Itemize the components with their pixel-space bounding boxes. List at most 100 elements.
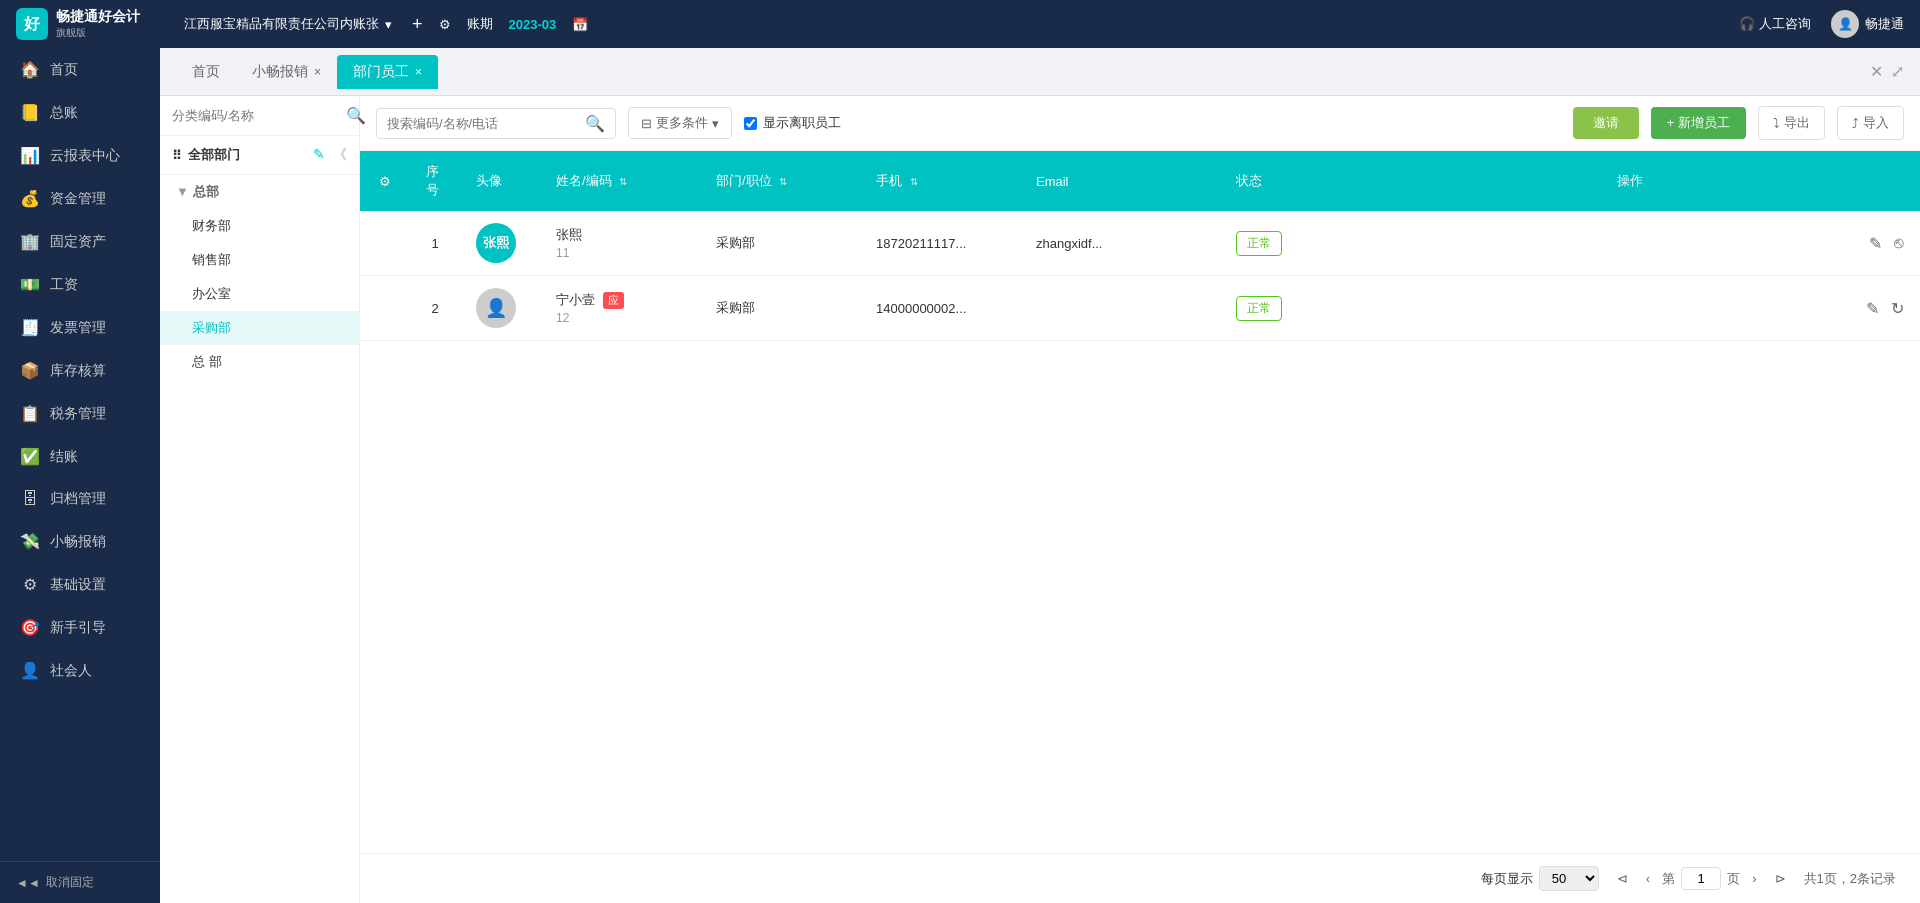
refresh-button-2[interactable]: ↻ [1891, 299, 1904, 318]
dept-node-sales[interactable]: 销售部 [160, 243, 359, 277]
toolbar: 🔍 ⊟ 更多条件 ▾ 显示离职员工 邀请 + 新增员工 [360, 96, 1920, 151]
row1-phone: 18720211117... [860, 211, 1020, 276]
col-action: 操作 [1340, 151, 1920, 211]
company-selector[interactable]: 江西服宝精品有限责任公司内账张 ▾ [184, 15, 392, 33]
row1-settings [360, 211, 410, 276]
expand-icon[interactable]: ⤢ [1891, 62, 1904, 81]
edit-button-2[interactable]: ✎ [1866, 299, 1879, 318]
sidebar-item-guide[interactable]: 🎯 新手引导 [0, 606, 160, 649]
dept-node-parent-1[interactable]: ▼总部 [160, 175, 359, 209]
name-2: 宁小壹 [556, 291, 595, 309]
prev-page-button[interactable]: ‹ [1640, 869, 1656, 888]
add-dept-button[interactable]: ✎ [313, 146, 325, 164]
sidebar-label-closing: 结账 [50, 448, 78, 466]
tab-home[interactable]: 首页 [176, 55, 236, 89]
funds-icon: 💰 [20, 189, 40, 208]
next-page-button[interactable]: › [1746, 869, 1762, 888]
support-label[interactable]: 🎧 人工咨询 [1739, 15, 1811, 33]
logo-text: 畅捷通好会计 [56, 8, 140, 26]
tab-dept[interactable]: 部门员工 × [337, 55, 438, 89]
dept-search-area: 🔍 [160, 96, 359, 136]
company-dropdown-icon[interactable]: ▾ [385, 17, 392, 32]
filter-chevron-icon: ▾ [712, 116, 719, 131]
col-dept[interactable]: 部门/职位 ⇅ [700, 151, 860, 211]
sidebar-item-invoice[interactable]: 🧾 发票管理 [0, 306, 160, 349]
sidebar-item-closing[interactable]: ✅ 结账 [0, 435, 160, 478]
sidebar-item-expense[interactable]: 💸 小畅报销 [0, 520, 160, 563]
dept-search-input[interactable] [172, 108, 340, 123]
sidebar-item-ledger[interactable]: 📒 总账 [0, 91, 160, 134]
sidebar-item-settings[interactable]: ⚙ 基础设置 [0, 563, 160, 606]
sidebar-item-social[interactable]: 👤 社会人 [0, 649, 160, 692]
cancel-fixed-label: 取消固定 [46, 874, 94, 891]
search-input[interactable] [387, 116, 579, 131]
tab-dept-close[interactable]: × [415, 65, 422, 79]
page-number-input[interactable] [1681, 867, 1721, 890]
collapse-panel-button[interactable]: 《 [333, 146, 347, 164]
content-area: 首页 小畅报销 × 部门员工 × ✕ ⤢ 🔍 [160, 48, 1920, 903]
calendar-icon[interactable]: 📅 [572, 17, 588, 32]
sidebar-item-tax[interactable]: 📋 税务管理 [0, 392, 160, 435]
sidebar-label-home: 首页 [50, 61, 78, 79]
ledger-icon: 📒 [20, 103, 40, 122]
export-button[interactable]: ⤵ 导出 [1758, 106, 1825, 140]
sidebar-item-funds[interactable]: 💰 资金管理 [0, 177, 160, 220]
edit-button-1[interactable]: ✎ [1869, 234, 1882, 253]
col-settings[interactable]: ⚙ [360, 151, 410, 211]
expense-icon: 💸 [20, 532, 40, 551]
add-employee-label: + 新增员工 [1667, 114, 1730, 132]
invite-button[interactable]: 邀请 [1573, 107, 1639, 139]
add-employee-button[interactable]: + 新增员工 [1651, 107, 1746, 139]
dept-grid-icon: ⠿ [172, 148, 182, 163]
dept-node-general[interactable]: 总 部 [160, 345, 359, 379]
settings-button[interactable]: ⚙ [439, 17, 451, 32]
dept-node-finance[interactable]: 财务部 [160, 209, 359, 243]
sidebar-label-invoice: 发票管理 [50, 319, 106, 337]
row2-actions: ✎ ↻ [1340, 276, 1920, 341]
filter-icon: ⊟ [641, 116, 652, 131]
row1-dept: 采购部 [700, 211, 860, 276]
logo-text-area: 畅捷通好会计 旗舰版 [56, 8, 140, 40]
sidebar-item-reports[interactable]: 📊 云报表中心 [0, 134, 160, 177]
sidebar-label-reports: 云报表中心 [50, 147, 120, 165]
header-right: 🎧 人工咨询 👤 畅捷通 [1739, 10, 1904, 38]
row2-num: 2 [410, 276, 460, 341]
sidebar-label-ledger: 总账 [50, 104, 78, 122]
settings-icon: ⚙ [20, 575, 40, 594]
last-page-button[interactable]: ⊳ [1769, 869, 1792, 888]
table-settings-icon[interactable]: ⚙ [379, 174, 391, 189]
tab-expense-close[interactable]: × [314, 65, 321, 79]
filter-button[interactable]: ⊟ 更多条件 ▾ [628, 107, 732, 139]
invoice-icon: 🧾 [20, 318, 40, 337]
col-name[interactable]: 姓名/编码 ⇅ [540, 151, 700, 211]
sidebar-item-inventory[interactable]: 📦 库存核算 [0, 349, 160, 392]
sidebar-label-expense: 小畅报销 [50, 533, 106, 551]
show-resigned-checkbox[interactable] [744, 117, 757, 130]
table-body: 1 张熙 张熙 11 采购部 [360, 211, 1920, 341]
cancel-fixed-button[interactable]: ◄◄ 取消固定 [0, 861, 160, 903]
row2-avatar: 👤 [460, 276, 540, 341]
dept-node-purchase[interactable]: 采购部 [160, 311, 359, 345]
close-all-icon[interactable]: ✕ [1870, 62, 1883, 81]
search-icon[interactable]: 🔍 [585, 114, 605, 133]
row2-phone: 14000000002... [860, 276, 1020, 341]
import-button[interactable]: ⤴ 导入 [1837, 106, 1904, 140]
table-row: 1 张熙 张熙 11 采购部 [360, 211, 1920, 276]
add-button[interactable]: + [412, 14, 423, 35]
sidebar-item-assets[interactable]: 🏢 固定资产 [0, 220, 160, 263]
col-phone[interactable]: 手机 ⇅ [860, 151, 1020, 211]
logout-button-1[interactable]: ⎋ [1894, 234, 1904, 252]
dept-node-office[interactable]: 办公室 [160, 277, 359, 311]
sidebar-item-archive[interactable]: 🗄 归档管理 [0, 478, 160, 520]
page-size-dropdown[interactable]: 50 10 20 100 [1539, 866, 1599, 891]
col-avatar: 头像 [460, 151, 540, 211]
sidebar-item-salary[interactable]: 💵 工资 [0, 263, 160, 306]
row2-email [1020, 276, 1220, 341]
archive-icon: 🗄 [20, 490, 40, 508]
dept-tree: ▼总部 财务部 销售部 办公室 采购部 总 部 [160, 175, 359, 903]
tab-expense-label: 小畅报销 [252, 63, 308, 81]
first-page-button[interactable]: ⊲ [1611, 869, 1634, 888]
user-area[interactable]: 👤 畅捷通 [1831, 10, 1904, 38]
sidebar-item-home[interactable]: 🏠 首页 [0, 48, 160, 91]
tab-expense[interactable]: 小畅报销 × [236, 55, 337, 89]
